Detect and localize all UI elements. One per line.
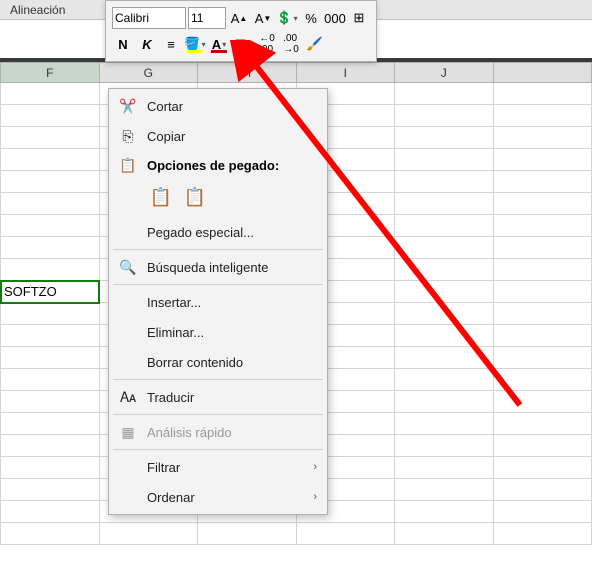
- decrease-decimal-button[interactable]: .00→0: [280, 33, 302, 55]
- column-header[interactable]: [493, 63, 592, 83]
- chevron-right-icon: ›: [313, 461, 317, 473]
- context-menu: ✂️ Cortar ⎘ Copiar 📋 Opciones de pegado:…: [108, 88, 328, 515]
- paste-option-values[interactable]: 📋: [181, 183, 209, 211]
- font-name-input[interactable]: [112, 7, 186, 29]
- analysis-icon: ▦: [117, 422, 139, 442]
- column-header[interactable]: J: [395, 63, 494, 83]
- chevron-right-icon: ›: [313, 491, 317, 503]
- menu-paste-options-header: 📋 Opciones de pegado:: [109, 151, 327, 179]
- selected-cell[interactable]: SOFTZO: [1, 281, 100, 303]
- search-icon: 🔍: [117, 257, 139, 277]
- menu-filter[interactable]: Filtrar ›: [109, 452, 327, 482]
- menu-sort[interactable]: Ordenar ›: [109, 482, 327, 512]
- fill-color-button[interactable]: 🪣▾: [184, 33, 206, 55]
- menu-insert[interactable]: Insertar...: [109, 287, 327, 317]
- borders-button[interactable]: ▦▾: [232, 33, 254, 55]
- increase-decimal-button[interactable]: ←0.00: [256, 33, 278, 55]
- align-button[interactable]: ≡: [160, 33, 182, 55]
- translate-icon: 🗛: [117, 387, 139, 407]
- column-header[interactable]: I: [296, 63, 395, 83]
- paste-option-default[interactable]: 📋: [147, 183, 175, 211]
- menu-copy[interactable]: ⎘ Copiar: [109, 121, 327, 151]
- menu-clear-contents[interactable]: Borrar contenido: [109, 347, 327, 377]
- column-header[interactable]: F: [1, 63, 100, 83]
- accounting-format-button[interactable]: 💲▾: [276, 7, 298, 29]
- comma-format-button[interactable]: 000: [324, 7, 346, 29]
- menu-quick-analysis: ▦ Análisis rápido: [109, 417, 327, 447]
- increase-font-button[interactable]: A▲: [228, 7, 250, 29]
- font-size-input[interactable]: [188, 7, 226, 29]
- scissors-icon: ✂️: [117, 96, 139, 116]
- column-header[interactable]: G: [99, 63, 198, 83]
- column-header[interactable]: H: [198, 63, 297, 83]
- bold-button[interactable]: N: [112, 33, 134, 55]
- decrease-font-button[interactable]: A▼: [252, 7, 274, 29]
- mini-toolbar: A▲ A▼ 💲▾ % 000 ⊞ N K ≡ 🪣▾ A▾ ▦▾ ←0.00 .0…: [105, 0, 377, 62]
- font-color-button[interactable]: A▾: [208, 33, 230, 55]
- percent-format-button[interactable]: %: [300, 7, 322, 29]
- menu-smart-lookup[interactable]: 🔍 Búsqueda inteligente: [109, 252, 327, 282]
- menu-cut[interactable]: ✂️ Cortar: [109, 91, 327, 121]
- menu-translate[interactable]: 🗛 Traducir: [109, 382, 327, 412]
- italic-button[interactable]: K: [136, 33, 158, 55]
- clipboard-icon: 📋: [117, 155, 139, 175]
- format-painter-button[interactable]: 🖌️: [304, 33, 326, 55]
- menu-paste-special[interactable]: Pegado especial...: [109, 217, 327, 247]
- merge-center-button[interactable]: ⊞: [348, 7, 370, 29]
- cell[interactable]: [1, 83, 100, 105]
- menu-delete[interactable]: Eliminar...: [109, 317, 327, 347]
- copy-icon: ⎘: [117, 126, 139, 146]
